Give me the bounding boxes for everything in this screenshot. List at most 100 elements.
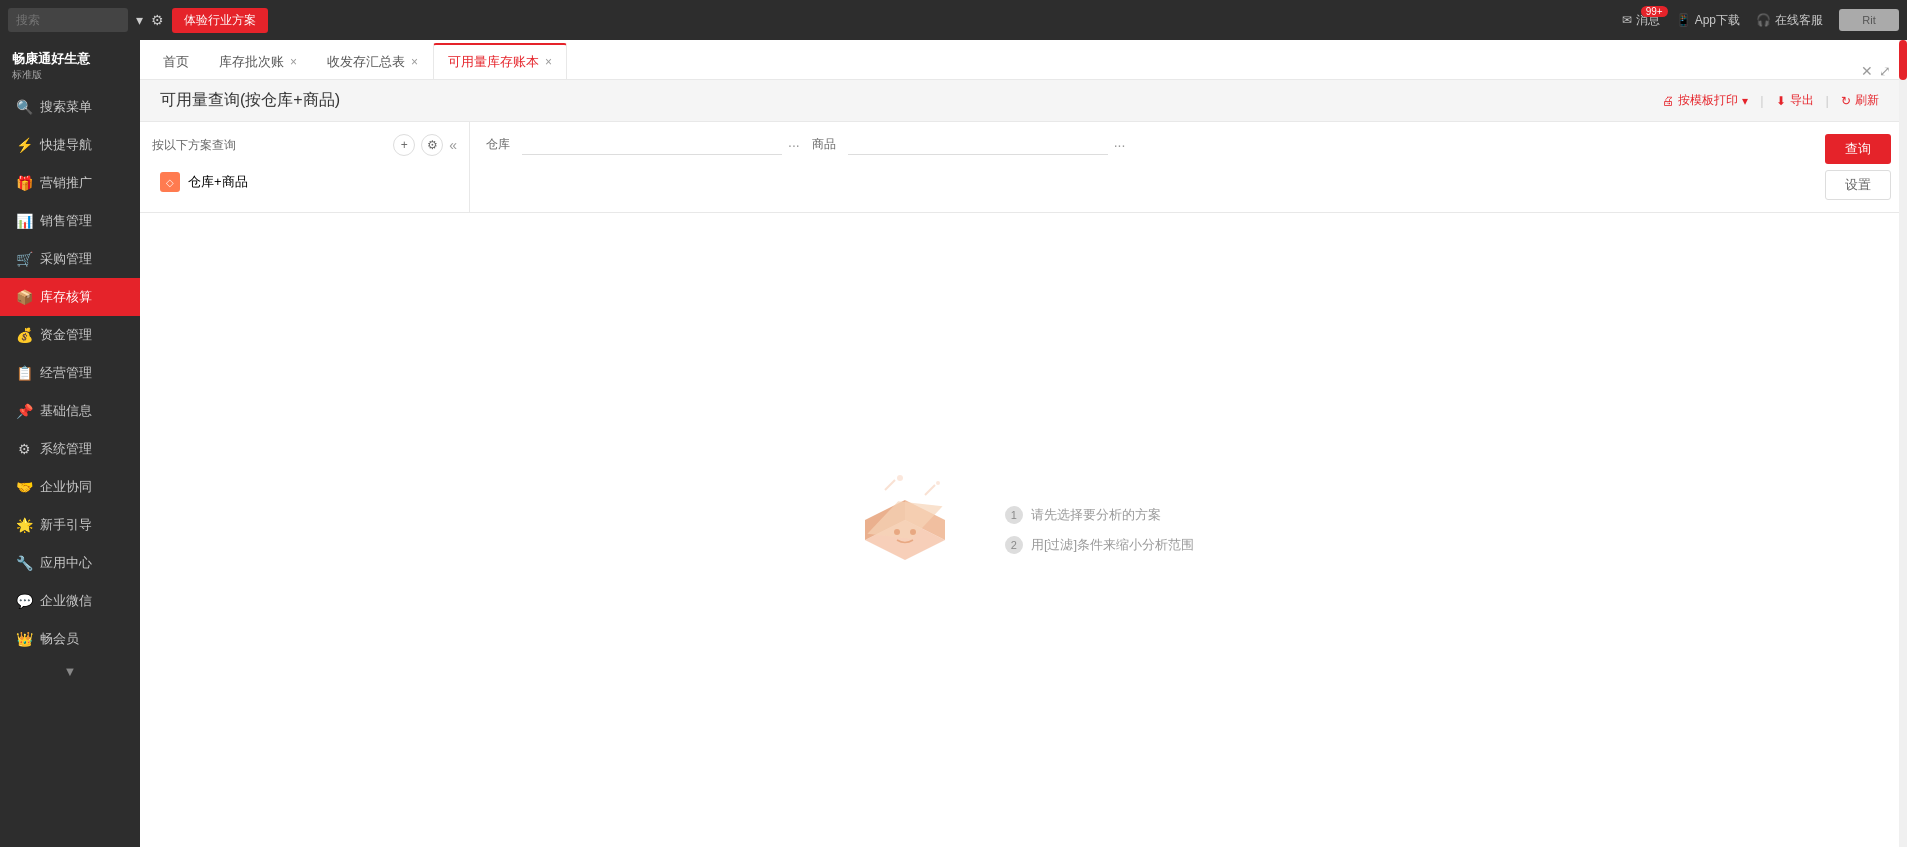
sidebar-item-marketing[interactable]: 🎁 营销推广 (0, 164, 140, 202)
sidebar-item-appcenter-label: 应用中心 (40, 554, 92, 572)
settings-btn[interactable]: 设置 (1825, 170, 1891, 200)
sidebar-item-member[interactable]: 👑 畅会员 (0, 620, 140, 658)
enterprise-icon: 🤝 (16, 479, 32, 495)
sidebar-scroll-down-btn[interactable]: ▼ (0, 658, 140, 685)
tab-home[interactable]: 首页 (148, 44, 204, 79)
sidebar-item-shortcuts[interactable]: ⚡ 快捷导航 (0, 126, 140, 164)
svg-line-4 (885, 480, 895, 490)
app-download-icon: 📱 (1676, 13, 1691, 27)
refresh-btn[interactable]: ↻ 刷新 (1841, 92, 1879, 109)
message-icon: ✉ (1622, 13, 1632, 27)
separator1: | (1760, 93, 1763, 108)
scheme-icon: ◇ (160, 172, 180, 192)
tab-bar-close-icon[interactable]: ✕ (1861, 63, 1873, 79)
product-input[interactable] (848, 134, 1108, 155)
topbar-settings-icon[interactable]: ⚙ (151, 12, 164, 28)
export-icon: ⬇ (1776, 94, 1786, 108)
empty-hint-2-text: 用[过滤]条件来缩小分析范围 (1031, 536, 1194, 554)
product-more-btn[interactable]: ··· (1114, 137, 1126, 153)
sidebar-item-purchase[interactable]: 🛒 采购管理 (0, 240, 140, 278)
svg-line-6 (925, 485, 935, 495)
export-btn-label: 导出 (1790, 92, 1814, 109)
sidebar-item-basics-label: 基础信息 (40, 402, 92, 420)
operations-icon: 📋 (16, 365, 32, 381)
sidebar-item-wechat[interactable]: 💬 企业微信 (0, 582, 140, 620)
sidebar-item-finance[interactable]: 💰 资金管理 (0, 316, 140, 354)
user-name: Rit (1862, 14, 1875, 26)
purchase-icon: 🛒 (16, 251, 32, 267)
filter-row-warehouse: 仓库 ··· 商品 ··· (486, 134, 1801, 155)
sidebar-item-sales-label: 销售管理 (40, 212, 92, 230)
warehouse-more-btn[interactable]: ··· (788, 137, 800, 153)
filter-add-btn[interactable]: + (393, 134, 415, 156)
filter-left-header: 按以下方案查询 + ⚙ « (152, 134, 457, 156)
print-btn-label: 按模板打印 (1678, 92, 1738, 109)
tab-available-ledger-label: 可用量库存账本 (448, 53, 539, 71)
right-btns: 查询 设置 (1817, 122, 1899, 212)
scheme-warehouse-product[interactable]: ◇ 仓库+商品 (152, 166, 457, 198)
filter-settings-btn[interactable]: ⚙ (421, 134, 443, 156)
tab-recv-summary-label: 收发存汇总表 (327, 53, 405, 71)
sidebar-item-marketing-label: 营销推广 (40, 174, 92, 192)
tab-available-ledger-close[interactable]: × (545, 55, 552, 69)
wechat-icon: 💬 (16, 593, 32, 609)
sidebar-item-member-label: 畅会员 (40, 630, 79, 648)
sidebar-item-system[interactable]: ⚙ 系统管理 (0, 430, 140, 468)
query-btn[interactable]: 查询 (1825, 134, 1891, 164)
shortcuts-icon: ⚡ (16, 137, 32, 153)
customer-service-btn[interactable]: 🎧 在线客服 (1756, 12, 1823, 29)
filter-right: 仓库 ··· 商品 ··· (470, 122, 1817, 212)
sidebar-item-newuser[interactable]: 🌟 新手引导 (0, 506, 140, 544)
print-dropdown-icon[interactable]: ▾ (1742, 94, 1748, 108)
content-area: 首页 库存批次账 × 收发存汇总表 × 可用量库存账本 × ✕ ⤢ (140, 40, 1899, 847)
sales-icon: 📊 (16, 213, 32, 229)
sidebar-item-inventory[interactable]: 📦 库存核算 (0, 278, 140, 316)
empty-hint-1: 1 请先选择要分析的方案 (1005, 506, 1194, 524)
industry-btn[interactable]: 体验行业方案 (172, 8, 268, 33)
customer-service-icon: 🎧 (1756, 13, 1771, 27)
tab-recv-summary[interactable]: 收发存汇总表 × (312, 44, 433, 79)
tab-bar: 首页 库存批次账 × 收发存汇总表 × 可用量库存账本 × ✕ ⤢ (140, 40, 1899, 80)
print-btn[interactable]: 🖨 按模板打印 ▾ (1662, 92, 1748, 109)
sidebar-item-enterprise[interactable]: 🤝 企业协同 (0, 468, 140, 506)
basics-icon: 📌 (16, 403, 32, 419)
tab-batch-ledger-close[interactable]: × (290, 55, 297, 69)
tab-batch-ledger[interactable]: 库存批次账 × (204, 44, 312, 79)
tab-batch-ledger-label: 库存批次账 (219, 53, 284, 71)
filter-panel: 按以下方案查询 + ⚙ « ◇ 仓库+商品 (140, 122, 1899, 213)
empty-hint-2: 2 用[过滤]条件来缩小分析范围 (1005, 536, 1194, 554)
finance-icon: 💰 (16, 327, 32, 343)
sidebar-item-operations[interactable]: 📋 经营管理 (0, 354, 140, 392)
message-btn[interactable]: ✉ 消息 99+ (1622, 12, 1660, 29)
sidebar-item-sales[interactable]: 📊 销售管理 (0, 202, 140, 240)
step-2-num: 2 (1005, 536, 1023, 554)
system-icon: ⚙ (16, 441, 32, 457)
refresh-btn-label: 刷新 (1855, 92, 1879, 109)
sidebar-item-enterprise-label: 企业协同 (40, 478, 92, 496)
customer-service-label: 在线客服 (1775, 12, 1823, 29)
sidebar-item-system-label: 系统管理 (40, 440, 92, 458)
tab-bar-expand-icon[interactable]: ⤢ (1879, 63, 1891, 79)
user-avatar[interactable]: Rit (1839, 9, 1899, 31)
svg-point-8 (894, 529, 900, 535)
warehouse-input[interactable] (522, 134, 782, 155)
refresh-icon: ↻ (1841, 94, 1851, 108)
filter-collapse-btn[interactable]: « (449, 137, 457, 153)
filter-left: 按以下方案查询 + ⚙ « ◇ 仓库+商品 (140, 122, 470, 212)
top-search-input[interactable] (8, 8, 128, 32)
tab-available-ledger[interactable]: 可用量库存账本 × (433, 43, 567, 79)
export-btn[interactable]: ⬇ 导出 (1776, 92, 1814, 109)
print-icon: 🖨 (1662, 94, 1674, 108)
page-title: 可用量查询(按仓库+商品) (160, 90, 340, 111)
scrollbar-right[interactable] (1899, 40, 1907, 847)
newuser-icon: 🌟 (16, 517, 32, 533)
svg-point-9 (910, 529, 916, 535)
scrollbar-thumb[interactable] (1899, 40, 1907, 80)
sidebar-item-basics[interactable]: 📌 基础信息 (0, 392, 140, 430)
sidebar-item-appcenter[interactable]: 🔧 应用中心 (0, 544, 140, 582)
app-download-btn[interactable]: 📱 App下载 (1676, 12, 1740, 29)
topbar-dropdown-icon[interactable]: ▾ (136, 12, 143, 28)
empty-text: 1 请先选择要分析的方案 2 用[过滤]条件来缩小分析范围 (1005, 506, 1194, 554)
tab-recv-summary-close[interactable]: × (411, 55, 418, 69)
sidebar-item-search[interactable]: 🔍 搜索菜单 (0, 88, 140, 126)
